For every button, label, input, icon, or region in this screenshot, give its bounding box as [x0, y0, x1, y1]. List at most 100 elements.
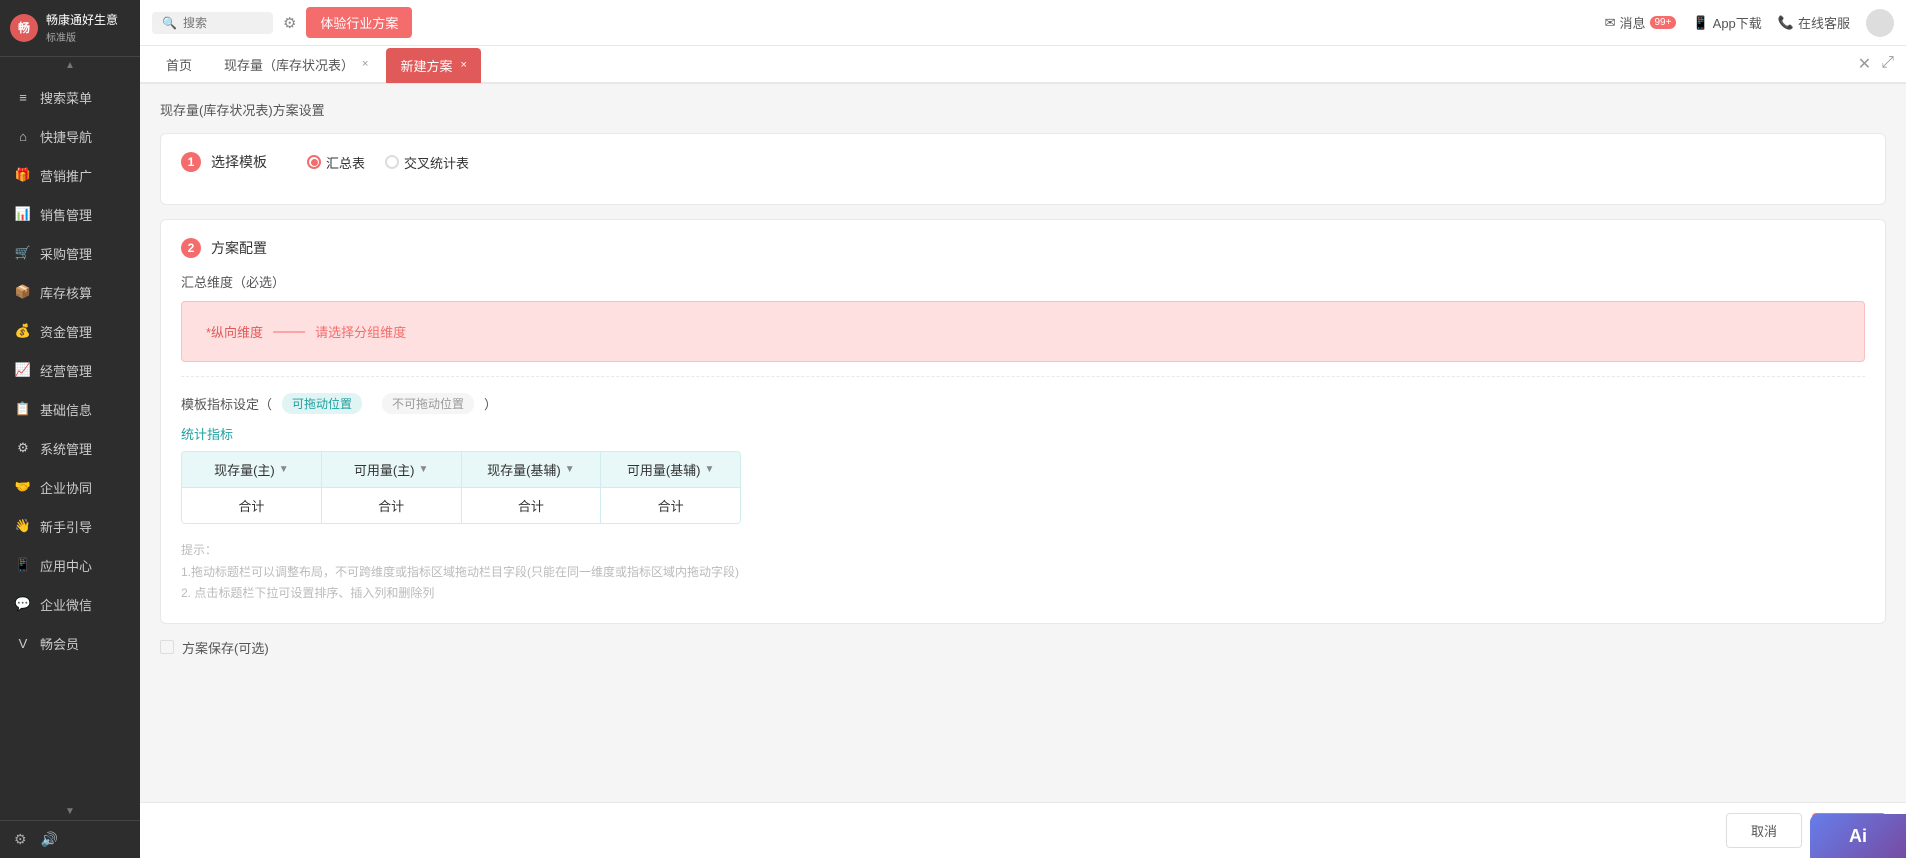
sidebar-item-finance[interactable]: 💰 资金管理: [0, 312, 140, 351]
message-item[interactable]: ✉ 消息 99+: [1605, 13, 1677, 32]
window-close-icon[interactable]: ✕: [1858, 54, 1871, 74]
sidebar-item-inventory[interactable]: 📦 库存核算: [0, 273, 140, 312]
sidebar-item-label: 快捷导航: [40, 127, 92, 146]
sound-icon[interactable]: 🔊: [41, 831, 58, 848]
col1-chevron: ▼: [279, 464, 289, 475]
sidebar-nav: ≡ 搜索菜单 ⌂ 快捷导航 🎁 营销推广 📊 销售管理 🛒 采购管理 📦 库存核…: [0, 74, 140, 803]
tab-inventory-close[interactable]: ×: [362, 58, 368, 70]
logo-icon: 畅: [10, 14, 38, 42]
tabbar: 首页 现存量（库存状况表） × 新建方案 × ✕ ⤢: [140, 46, 1906, 84]
app-badge: 标准版: [46, 29, 118, 44]
topbar-gear-icon[interactable]: ⚙: [283, 14, 296, 32]
sidebar-item-label: 营销推广: [40, 166, 92, 185]
gear-icon: ⚙: [14, 439, 32, 457]
window-controls: ✕ ⤢: [1858, 54, 1894, 74]
sidebar-item-guide[interactable]: 👋 新手引导: [0, 507, 140, 546]
sidebar-item-member[interactable]: V 畅会员: [0, 624, 140, 663]
content-area: 现存量(库存状况表)方案设置 1 选择模板 汇总表 交叉统计表: [140, 84, 1906, 802]
save-option[interactable]: 方案保存(可选): [160, 638, 1886, 657]
step1-header: 1 选择模板 汇总表 交叉统计表: [181, 152, 1865, 172]
list-icon: 📋: [14, 400, 32, 418]
sidebar-item-search-menu[interactable]: ≡ 搜索菜单: [0, 78, 140, 117]
sidebar-item-label: 新手引导: [40, 517, 92, 536]
sidebar-item-label: 资金管理: [40, 322, 92, 341]
sidebar-item-label: 畅会员: [40, 634, 79, 653]
radio-crosstab[interactable]: 交叉统计表: [385, 153, 469, 172]
dimension-dash: ——: [273, 323, 305, 341]
topbar-search[interactable]: 🔍: [152, 12, 273, 34]
radio-summary[interactable]: 汇总表: [307, 153, 365, 172]
dimension-box[interactable]: *纵向维度 —— 请选择分组维度: [181, 301, 1865, 362]
sidebar-item-label: 企业微信: [40, 595, 92, 614]
col1-header[interactable]: 现存量(主) ▼: [182, 452, 322, 487]
sidebar-item-purchase[interactable]: 🛒 采购管理: [0, 234, 140, 273]
stat-section: 统计指标 现存量(主) ▼ 可用量(主) ▼: [181, 424, 1865, 524]
indicator-suffix: ）: [484, 394, 497, 413]
col4-header[interactable]: 可用量(基辅) ▼: [601, 452, 740, 487]
radio-crosstab-label: 交叉统计表: [404, 153, 469, 172]
tip1: 1.拖动标题栏可以调整布局，不可跨维度或指标区域拖动栏目字段(只能在同一维度或指…: [181, 562, 1865, 584]
wave-icon: 👋: [14, 517, 32, 535]
user-avatar[interactable]: [1866, 9, 1894, 37]
sidebar: 畅 畅康通好生意 标准版 ▲ ≡ 搜索菜单 ⌂ 快捷导航 🎁 营销推广 📊 销售…: [0, 0, 140, 858]
sidebar-scroll-up[interactable]: ▲: [0, 57, 140, 74]
draggable-badge: 可拖动位置: [282, 393, 362, 414]
window-expand-icon[interactable]: ⤢: [1881, 54, 1894, 74]
sidebar-item-wechat[interactable]: 💬 企业微信: [0, 585, 140, 624]
search-input[interactable]: [183, 16, 263, 30]
topbar: 🔍 ⚙ 体验行业方案 ✉ 消息 99+ 📱 App下载 📞 在线客服: [140, 0, 1906, 46]
tab-new-plan-close[interactable]: ×: [460, 59, 466, 71]
gift-icon: 🎁: [14, 166, 32, 184]
sidebar-item-label: 采购管理: [40, 244, 92, 263]
sidebar-item-cooperation[interactable]: 🤝 企业协同: [0, 468, 140, 507]
sidebar-item-basic-info[interactable]: 📋 基础信息: [0, 390, 140, 429]
sidebar-logo: 畅 畅康通好生意 标准版: [0, 0, 140, 57]
col3-header[interactable]: 现存量(基辅) ▼: [462, 452, 602, 487]
sidebar-scroll-down[interactable]: ▼: [0, 803, 140, 820]
col3-sub: 合计: [462, 487, 602, 523]
tab-home[interactable]: 首页: [152, 47, 206, 84]
section-step1: 1 选择模板 汇总表 交叉统计表: [160, 133, 1886, 205]
cancel-button[interactable]: 取消: [1726, 813, 1802, 848]
app-download-item[interactable]: 📱 App下载: [1692, 13, 1761, 32]
sidebar-item-app-center[interactable]: 📱 应用中心: [0, 546, 140, 585]
tab-new-plan[interactable]: 新建方案 ×: [386, 48, 480, 83]
phone-icon: 📱: [14, 556, 32, 574]
radio-summary-dot: [307, 155, 321, 169]
sidebar-item-operations[interactable]: 📈 经营管理: [0, 351, 140, 390]
sidebar-item-sales[interactable]: 📊 销售管理: [0, 195, 140, 234]
tab-new-plan-label: 新建方案: [400, 56, 452, 75]
tab-inventory-status[interactable]: 现存量（库存状况表） ×: [210, 47, 382, 84]
download-icon: 📱: [1692, 15, 1708, 31]
money-icon: 💰: [14, 322, 32, 340]
sidebar-item-label: 应用中心: [40, 556, 92, 575]
col2-chevron: ▼: [419, 464, 429, 475]
search-icon: 🔍: [162, 16, 177, 30]
settings-icon[interactable]: ⚙: [14, 831, 27, 848]
save-label: 方案保存(可选): [182, 638, 269, 657]
sidebar-item-quick-nav[interactable]: ⌂ 快捷导航: [0, 117, 140, 156]
trial-btn[interactable]: 体验行业方案: [306, 7, 412, 38]
template-radio-group: 汇总表 交叉统计表: [307, 153, 469, 172]
main-area: 🔍 ⚙ 体验行业方案 ✉ 消息 99+ 📱 App下载 📞 在线客服 首页: [140, 0, 1906, 858]
tip2: 2. 点击标题栏下拉可设置排序、插入列和删除列: [181, 583, 1865, 605]
ai-label: Ai: [1849, 826, 1867, 847]
sidebar-item-label: 企业协同: [40, 478, 92, 497]
sidebar-item-label: 搜索菜单: [40, 88, 92, 107]
handshake-icon: 🤝: [14, 478, 32, 496]
message-label: 消息: [1619, 13, 1645, 32]
stat-title: 统计指标: [181, 424, 1865, 443]
radio-summary-label: 汇总表: [326, 153, 365, 172]
online-service-item[interactable]: 📞 在线客服: [1778, 13, 1850, 32]
sidebar-item-marketing[interactable]: 🎁 营销推广: [0, 156, 140, 195]
topbar-right: ✉ 消息 99+ 📱 App下载 📞 在线客服: [1605, 9, 1894, 37]
col2-header[interactable]: 可用量(主) ▼: [322, 452, 462, 487]
sidebar-item-system[interactable]: ⚙ 系统管理: [0, 429, 140, 468]
message-badge: 99+: [1650, 16, 1677, 29]
ai-float-button[interactable]: Ai: [1810, 814, 1906, 858]
save-checkbox[interactable]: [160, 640, 174, 654]
message-icon: ✉: [1605, 15, 1616, 31]
col4-chevron: ▼: [705, 464, 715, 475]
indicator-label: 模板指标设定（ 可拖动位置 不可拖动位置 ）: [181, 393, 1865, 414]
search-menu-icon: ≡: [14, 88, 32, 106]
